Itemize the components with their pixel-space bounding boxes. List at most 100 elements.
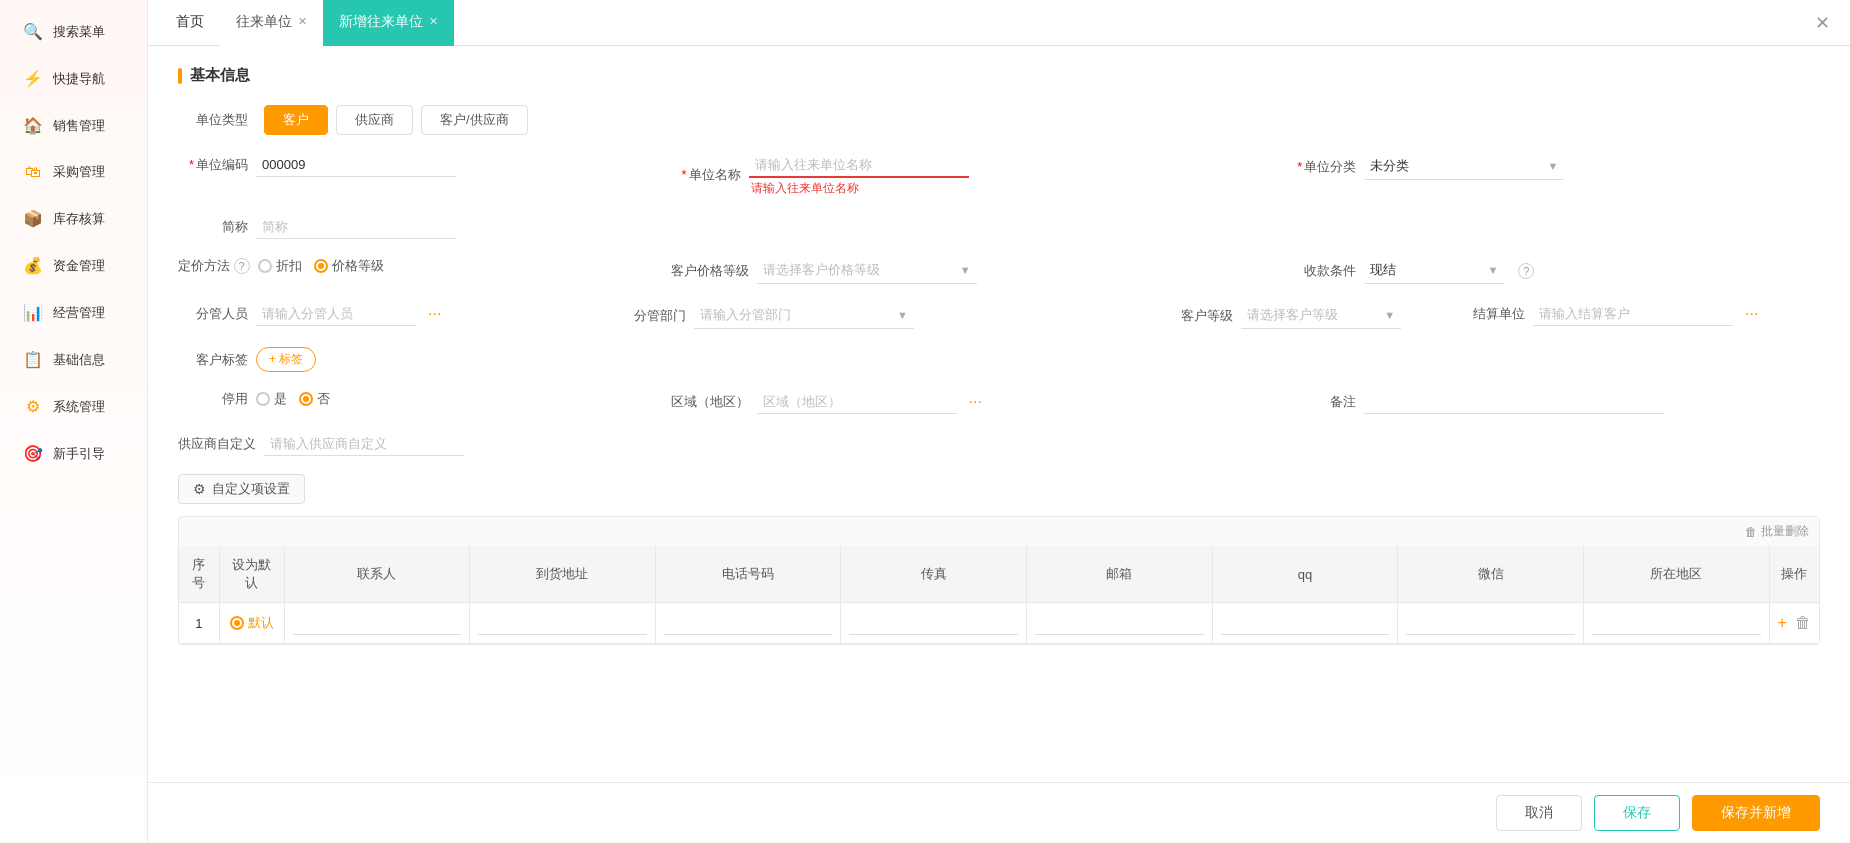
trash-icon: 🗑 <box>1745 525 1757 539</box>
payment-terms-help-icon[interactable]: ? <box>1518 263 1534 279</box>
save-button[interactable]: 保存 <box>1594 795 1680 831</box>
cell-address <box>470 603 656 644</box>
disabled-yes-option[interactable]: 是 <box>256 390 287 408</box>
pricing-level-option[interactable]: 价格等级 <box>314 257 384 275</box>
save-add-button[interactable]: 保存并新增 <box>1692 795 1820 831</box>
contact-table-container: 🗑 批量删除 序号 设为默认 联系人 到货地址 电话号码 传真 邮箱 qq <box>178 516 1820 645</box>
region-more-icon[interactable]: ··· <box>965 393 986 411</box>
short-name-input[interactable] <box>256 215 456 239</box>
tab-bar: 首页 往来单位 ✕ 新增往来单位 ✕ ✕ <box>148 0 1850 46</box>
pricing-help-icon[interactable]: ? <box>234 258 250 274</box>
sidebar-item-finance[interactable]: 💰 资金管理 <box>0 242 147 289</box>
sidebar-label-quick-nav: 快捷导航 <box>53 70 105 88</box>
unit-type-row: 单位类型 客户 供应商 客户/供应商 <box>178 105 1820 135</box>
code-label: *单位编码 <box>178 156 248 174</box>
sidebar-item-search[interactable]: 🔍 搜索菜单 <box>0 8 147 55</box>
customer-level-arrow-icon: ▼ <box>1384 309 1395 321</box>
row-contact-input[interactable] <box>293 611 462 635</box>
sidebar-item-beginner[interactable]: 🎯 新手引导 <box>0 430 147 477</box>
sidebar-item-system[interactable]: ⚙ 系统管理 <box>0 383 147 430</box>
customer-level-label: 客户等级 <box>1163 307 1233 325</box>
row-default-option[interactable]: 默认 <box>230 614 274 632</box>
row-qq-input[interactable] <box>1221 611 1390 635</box>
purchase-icon: 🛍 <box>23 163 43 181</box>
row-short-name: 简称 <box>178 215 1820 239</box>
tab-new-partner[interactable]: 新增往来单位 ✕ <box>323 0 454 46</box>
settlement-input[interactable] <box>1533 302 1733 326</box>
customer-tag-label: 客户标签 <box>178 351 248 369</box>
sidebar-item-quick-nav[interactable]: ⚡ 快捷导航 <box>0 55 147 102</box>
sidebar-item-operations[interactable]: 📊 经营管理 <box>0 289 147 336</box>
supplier-custom-label: 供应商自定义 <box>178 435 256 453</box>
name-label: *单位名称 <box>671 166 741 184</box>
custom-settings-button[interactable]: ⚙ 自定义项设置 <box>178 474 305 504</box>
window-close-button[interactable]: ✕ <box>1807 12 1838 34</box>
code-input[interactable] <box>256 153 456 177</box>
add-tag-button[interactable]: + 标签 <box>256 347 316 372</box>
gear-icon: ⚙ <box>193 481 206 497</box>
field-short-name: 简称 <box>178 215 647 239</box>
settlement-more-icon[interactable]: ··· <box>1741 305 1762 323</box>
cell-wechat <box>1398 603 1584 644</box>
field-customer-level: 客户等级 请选择客户等级 ▼ <box>1163 302 1455 329</box>
row-default-radio[interactable] <box>230 616 244 630</box>
row-fax-input[interactable] <box>849 611 1018 635</box>
settlement-label: 结算单位 <box>1455 305 1525 323</box>
sidebar-label-purchase: 采购管理 <box>53 163 105 181</box>
field-pricing: 定价方法 ? 折扣 价格等级 <box>178 257 671 275</box>
disabled-no-radio[interactable] <box>299 392 313 406</box>
tab-new-partner-close[interactable]: ✕ <box>429 15 438 28</box>
name-input[interactable] <box>749 153 969 178</box>
category-value: 未分类 <box>1370 157 1547 175</box>
payment-terms-label: 收款条件 <box>1286 262 1356 280</box>
customer-level-select[interactable]: 请选择客户等级 ▼ <box>1241 302 1401 329</box>
field-code: *单位编码 <box>178 153 671 177</box>
manager-more-icon[interactable]: ··· <box>424 305 445 323</box>
customer-price-select[interactable]: 请选择客户价格等级 ▼ <box>757 257 977 284</box>
supplier-custom-input[interactable] <box>264 432 464 456</box>
manager-input[interactable] <box>256 302 416 326</box>
tab-partners-close[interactable]: ✕ <box>298 15 307 28</box>
payment-terms-arrow-icon: ▼ <box>1487 264 1498 276</box>
row-customer-tag: 客户标签 + 标签 <box>178 347 1820 372</box>
row-email-input[interactable] <box>1035 611 1204 635</box>
sidebar-item-sales[interactable]: 🏠 销售管理 <box>0 102 147 149</box>
add-row-button[interactable]: + <box>1778 614 1787 632</box>
disabled-no-option[interactable]: 否 <box>299 390 330 408</box>
tab-home-label: 首页 <box>176 13 204 31</box>
pricing-discount-radio[interactable] <box>258 259 272 273</box>
row-address-input[interactable] <box>478 611 647 635</box>
sidebar-item-inventory[interactable]: 📦 库存核算 <box>0 195 147 242</box>
delete-row-button[interactable]: 🗑 <box>1795 614 1811 632</box>
sidebar-item-basic-info[interactable]: 📋 基础信息 <box>0 336 147 383</box>
payment-terms-select[interactable]: 现结 ▼ <box>1364 257 1504 284</box>
sidebar-label-basic-info: 基础信息 <box>53 351 105 369</box>
unit-type-supplier[interactable]: 供应商 <box>336 105 413 135</box>
tab-home[interactable]: 首页 <box>160 0 220 46</box>
beginner-icon: 🎯 <box>23 444 43 463</box>
category-select[interactable]: 未分类 ▼ <box>1364 153 1564 180</box>
disabled-yes-radio[interactable] <box>256 392 270 406</box>
tab-new-partner-label: 新增往来单位 <box>339 13 423 31</box>
contact-table: 序号 设为默认 联系人 到货地址 电话号码 传真 邮箱 qq 微信 所在地区 操… <box>179 546 1819 644</box>
field-manager: 分管人员 ··· <box>178 302 616 326</box>
field-customer-price: 客户价格等级 请选择客户价格等级 ▼ <box>671 257 1287 284</box>
field-customer-tag: 客户标签 + 标签 <box>178 347 1820 372</box>
remark-input[interactable] <box>1364 390 1664 414</box>
row-phone-input[interactable] <box>664 611 833 635</box>
field-supplier-custom: 供应商自定义 <box>178 432 647 456</box>
tab-partners[interactable]: 往来单位 ✕ <box>220 0 323 46</box>
dept-select[interactable]: 请输入分管部门 ▼ <box>694 302 914 329</box>
row-wechat-input[interactable] <box>1406 611 1575 635</box>
row-region-input[interactable] <box>1592 611 1761 635</box>
unit-type-customer[interactable]: 客户 <box>264 105 328 135</box>
row-action-buttons: + 🗑 <box>1778 614 1811 632</box>
sidebar-label-inventory: 库存核算 <box>53 210 105 228</box>
batch-delete-button[interactable]: 🗑 批量删除 <box>1745 523 1809 540</box>
pricing-discount-option[interactable]: 折扣 <box>258 257 302 275</box>
cancel-button[interactable]: 取消 <box>1496 795 1582 831</box>
unit-type-both[interactable]: 客户/供应商 <box>421 105 528 135</box>
region-input[interactable] <box>757 390 957 414</box>
sidebar-item-purchase[interactable]: 🛍 采购管理 <box>0 149 147 195</box>
pricing-level-radio[interactable] <box>314 259 328 273</box>
